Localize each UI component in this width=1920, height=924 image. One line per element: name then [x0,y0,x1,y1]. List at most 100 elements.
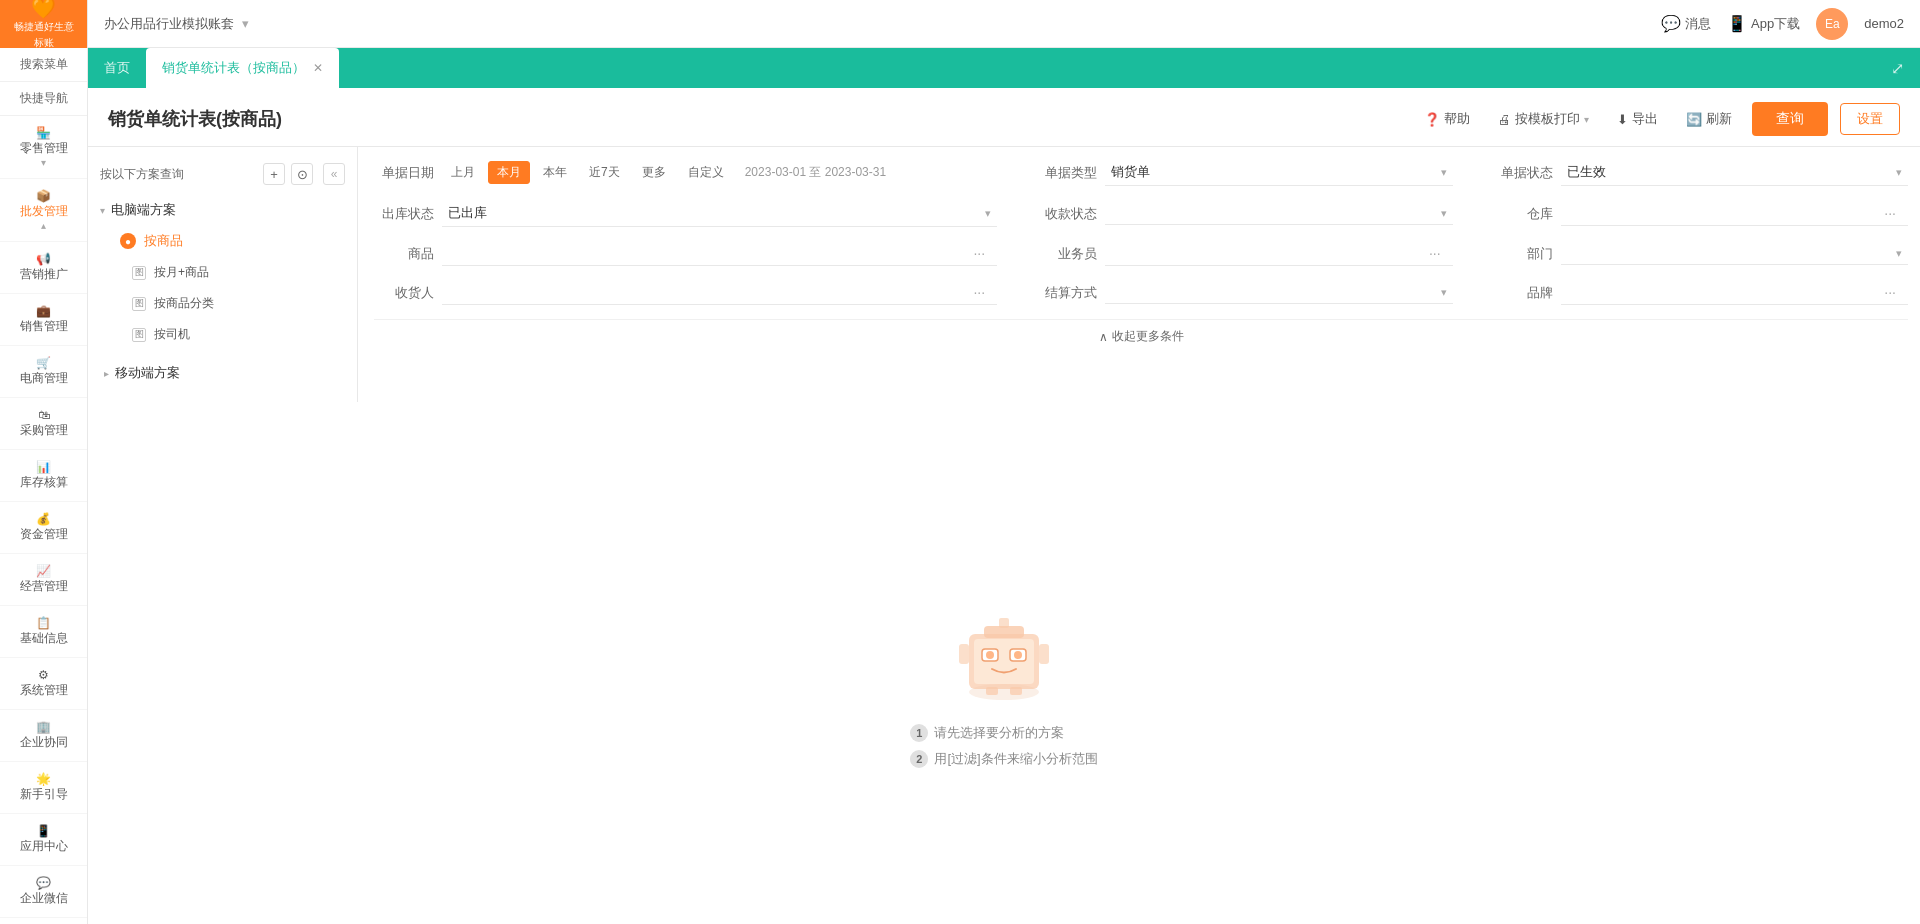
date-btn-7days[interactable]: 近7天 [580,161,629,184]
tab-bar: 首页 销货单统计表（按商品） ✕ ⤢ [88,48,1920,88]
doc-type-dropdown-icon[interactable]: ▾ [1441,166,1447,179]
finance-label: 资金管理 [5,526,82,543]
payment-status-dropdown-icon[interactable]: ▾ [1441,207,1447,220]
salesperson-control[interactable]: ··· [1105,241,1452,266]
payment-status-control[interactable]: ▾ [1105,203,1452,225]
doc-status-dropdown-icon[interactable]: ▾ [1896,166,1902,179]
brand-control[interactable]: ··· [1561,280,1908,305]
scheme-settings-btn[interactable]: ⊙ [291,163,313,185]
dept-dropdown-icon[interactable]: ▾ [1896,247,1902,260]
sidebar-item-ecommerce[interactable]: 🛒 电商管理 [0,346,87,398]
print-btn[interactable]: 🖨 按模板打印 ▾ [1490,106,1597,132]
sidebar-item-purchase[interactable]: 🛍 采购管理 [0,398,87,450]
print-icon: 🖨 [1498,112,1511,127]
collapse-bar[interactable]: ∧ 收起更多条件 [374,319,1908,353]
app-download-btn[interactable]: 📱 App下载 [1727,14,1800,33]
appcenter-label: 应用中心 [5,838,82,855]
sidebar-item-marketing[interactable]: 📢 营销推广 [0,242,87,294]
sidebar-item-system[interactable]: ⚙ 系统管理 [0,658,87,710]
quick-nav-item[interactable]: 快捷导航 [0,82,87,116]
recipient-control[interactable]: ··· [442,280,997,305]
appcenter-icon: 📱 [5,824,82,838]
basic-label: 基础信息 [5,630,82,647]
refresh-btn[interactable]: 🔄 刷新 [1678,106,1740,132]
scheme-group-pc-header[interactable]: ▾ 电脑端方案 [88,195,357,225]
date-btn-this-year[interactable]: 本年 [534,161,576,184]
tab-sales-stat-label: 销货单统计表（按商品） [162,59,305,77]
user-avatar[interactable]: Ea [1816,8,1848,40]
brand-more-icon[interactable]: ··· [1878,284,1902,300]
salesperson-more-icon[interactable]: ··· [1423,245,1447,261]
print-dropdown-icon[interactable]: ▾ [1584,114,1589,125]
filter-field-payment-status: 收款状态 ▾ [1037,203,1452,225]
app-download-label: App下载 [1751,15,1800,33]
svg-rect-12 [1010,687,1022,695]
date-btn-more[interactable]: 更多 [633,161,675,184]
doc-status-control[interactable]: 已生效 ▾ [1561,159,1908,186]
system-label: 系统管理 [5,682,82,699]
workspace-dropdown-icon[interactable]: ▾ [242,16,249,31]
scheme-add-btn[interactable]: + [263,163,285,185]
scheme-header-actions: + ⊙ « [263,163,345,185]
username[interactable]: demo2 [1864,16,1904,31]
by-product-label: 按商品 [144,232,183,250]
app-logo[interactable]: 🧡 畅捷通好生意 标账 [0,0,87,48]
settings-button[interactable]: 设置 [1840,103,1900,135]
page-actions: ❓ 帮助 🖨 按模板打印 ▾ ⬇ 导出 🔄 刷新 查询 设置 [1416,102,1900,136]
sidebar-item-member[interactable]: 👤 畅会员 [0,918,87,924]
filter-field-warehouse-status: 出库状态 已出库 ▾ [374,200,997,227]
sidebar-item-enterprise[interactable]: 🏢 企业协同 [0,710,87,762]
sidebar-item-inventory[interactable]: 📊 库存核算 [0,450,87,502]
sidebar-item-appcenter[interactable]: 📱 应用中心 [0,814,87,866]
sidebar-item-operation[interactable]: 📈 经营管理 [0,554,87,606]
tab-sales-stat[interactable]: 销货单统计表（按商品） ✕ [146,48,339,88]
scheme-item-by-month-product[interactable]: 图 按月+商品 [88,257,357,288]
recipient-more-icon[interactable]: ··· [967,284,991,300]
warehouse-status-dropdown-icon[interactable]: ▾ [985,207,991,220]
settlement-control[interactable]: ▾ [1105,282,1452,304]
message-icon: 💬 [1661,14,1681,33]
sidebar-item-finance[interactable]: 💰 资金管理 [0,502,87,554]
sidebar-item-wholesale[interactable]: 📦 批发管理 ▴ [0,179,87,242]
refresh-icon: 🔄 [1686,112,1702,127]
filter-row-3: 商品 ··· 业务员 ··· [374,241,1908,266]
by-driver-icon: 图 [132,328,146,342]
help-btn[interactable]: ❓ 帮助 [1416,106,1478,132]
sidebar-item-sales-manage[interactable]: 💼 销售管理 [0,294,87,346]
sidebar-item-basic[interactable]: 📋 基础信息 [0,606,87,658]
doc-type-control[interactable]: 销货单 ▾ [1105,159,1452,186]
tab-expand-icon[interactable]: ⤢ [1875,59,1920,78]
wholesale-expand-icon: ▴ [5,220,82,231]
product-control[interactable]: ··· [442,241,997,266]
warehouse-control[interactable]: ··· [1561,201,1908,226]
sidebar-item-newuser[interactable]: 🌟 新手引导 [0,762,87,814]
message-btn[interactable]: 💬 消息 [1661,14,1711,33]
date-btn-last-month[interactable]: 上月 [442,161,484,184]
settlement-dropdown-icon[interactable]: ▾ [1441,286,1447,299]
filter-row-2: 出库状态 已出库 ▾ 收款状态 ▾ [374,200,1908,227]
svg-point-5 [986,651,994,659]
sidebar-item-retail[interactable]: 🏪 零售管理 ▾ [0,116,87,179]
scheme-item-by-driver[interactable]: 图 按司机 [88,319,357,350]
help-icon: ❓ [1424,112,1440,127]
date-btn-custom[interactable]: 自定义 [679,161,733,184]
tab-home[interactable]: 首页 [88,48,146,88]
export-btn[interactable]: ⬇ 导出 [1609,106,1666,132]
scheme-item-by-product[interactable]: ● 按商品 [88,225,357,257]
date-btn-this-month[interactable]: 本月 [488,161,530,184]
sidebar-item-enterprise-wechat[interactable]: 💬 企业微信 [0,866,87,918]
scheme-collapse-btn[interactable]: « [323,163,345,185]
search-menu-item[interactable]: 搜索菜单 [0,48,87,82]
product-more-icon[interactable]: ··· [967,245,991,261]
scheme-group-mobile: ▸ 移动端方案 [88,354,357,392]
scheme-group-mobile-header[interactable]: ▸ 移动端方案 [88,358,357,388]
warehouse-status-control[interactable]: 已出库 ▾ [442,200,997,227]
dept-control[interactable]: ▾ [1561,243,1908,265]
by-product-icon: ● [120,233,136,249]
scheme-item-by-category[interactable]: 图 按商品分类 [88,288,357,319]
tab-close-icon[interactable]: ✕ [313,61,323,75]
warehouse-more-icon[interactable]: ··· [1878,205,1902,221]
query-button[interactable]: 查询 [1752,102,1828,136]
doc-status-value: 已生效 [1567,163,1896,181]
dept-label: 部门 [1493,245,1553,263]
